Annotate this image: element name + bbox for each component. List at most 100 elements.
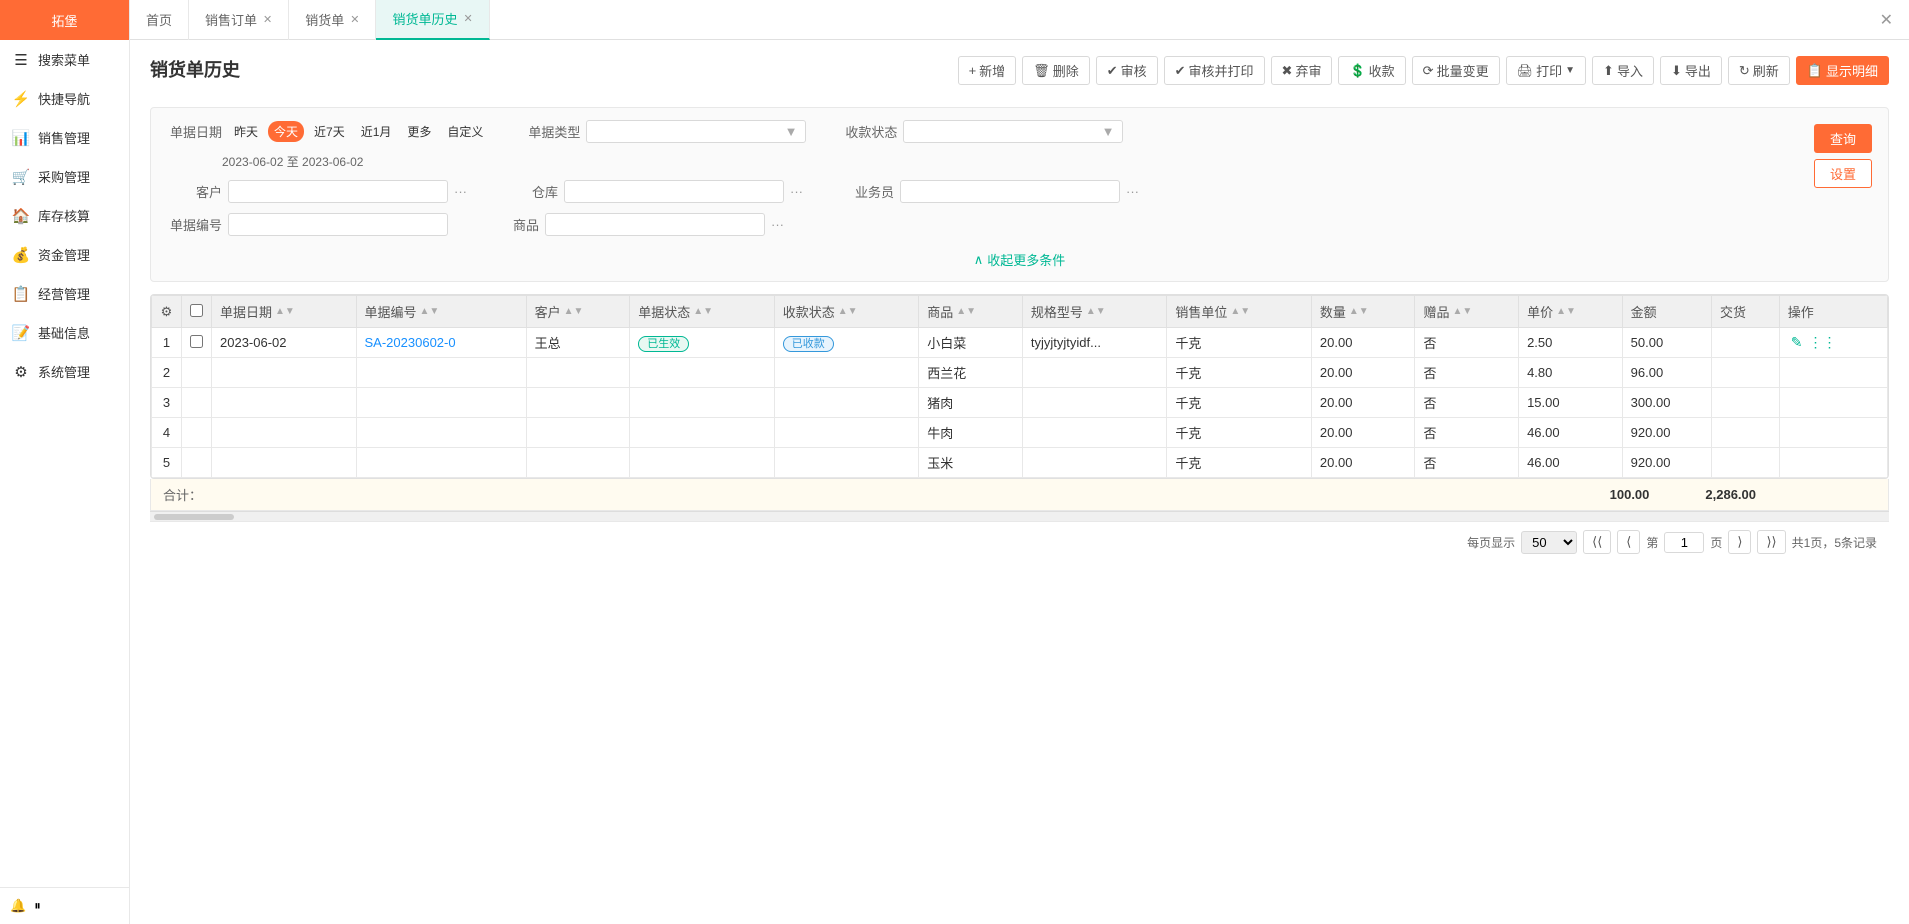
- col-doc-date[interactable]: 单据日期▲▼: [212, 296, 357, 328]
- tab-sales-order-close[interactable]: ✕: [263, 13, 272, 26]
- sidebar-item-sys-mgmt[interactable]: ⚙ 系统管理: [0, 352, 129, 391]
- sidebar-item-inventory[interactable]: 🏠 库存核算: [0, 196, 129, 235]
- cell-checkbox[interactable]: [182, 388, 212, 418]
- edit-action-icon[interactable]: ✎: [1791, 334, 1803, 350]
- cell-checkbox[interactable]: [182, 418, 212, 448]
- export-button[interactable]: ⬇ 导出: [1660, 56, 1722, 85]
- customer-input[interactable]: [228, 180, 448, 203]
- sidebar-item-base-info[interactable]: 📝 基础信息: [0, 313, 129, 352]
- close-all-tabs[interactable]: ✕: [1864, 10, 1909, 30]
- customer-ellipsis[interactable]: ···: [454, 184, 467, 199]
- cell-action: [1779, 418, 1887, 448]
- doc-no-input[interactable]: [228, 213, 448, 236]
- table-row: 3 猪肉 千克 20.00 否 15.00 300.00: [152, 388, 1888, 418]
- col-doc-no[interactable]: 单据编号▲▼: [356, 296, 526, 328]
- next-page-button[interactable]: ⟩: [1728, 530, 1751, 554]
- cell-unit-price: 46.00: [1519, 448, 1623, 478]
- warehouse-input[interactable]: [564, 180, 784, 203]
- col-customer[interactable]: 客户▲▼: [526, 296, 630, 328]
- more-action-icon[interactable]: ⋮⋮: [1808, 334, 1836, 350]
- set-button[interactable]: 设置: [1814, 159, 1872, 188]
- cell-num: 2: [152, 358, 182, 388]
- date-tag-today[interactable]: 今天: [268, 121, 304, 142]
- date-tag-last7[interactable]: 近7天: [308, 121, 351, 142]
- select-all-checkbox[interactable]: [190, 304, 203, 317]
- goods-input[interactable]: [545, 213, 765, 236]
- goods-ellipsis[interactable]: ···: [771, 217, 784, 232]
- cell-checkbox[interactable]: [182, 448, 212, 478]
- cell-checkbox[interactable]: [182, 358, 212, 388]
- collect-status-select[interactable]: ▼: [903, 120, 1123, 143]
- scrollbar-thumb[interactable]: [154, 514, 234, 520]
- row-checkbox[interactable]: [190, 335, 203, 348]
- import-button[interactable]: ⬆ 导入: [1592, 56, 1654, 85]
- table-row: 5 玉米 千克 20.00 否 46.00 920.00: [152, 448, 1888, 478]
- doc-type-select[interactable]: ▼: [586, 120, 806, 143]
- col-sales-unit[interactable]: 销售单位▲▼: [1167, 296, 1312, 328]
- sys-mgmt-icon: ⚙: [12, 363, 30, 381]
- refresh-button[interactable]: ↻ 刷新: [1728, 56, 1790, 85]
- col-doc-status[interactable]: 单据状态▲▼: [630, 296, 775, 328]
- customer-sort-icon: ▲▼: [564, 307, 584, 317]
- per-page-select[interactable]: 50 100 200: [1521, 531, 1577, 554]
- col-collect-status[interactable]: 收款状态▲▼: [774, 296, 919, 328]
- batch-change-button[interactable]: ⟳ 批量变更: [1412, 56, 1500, 85]
- notification-icon[interactable]: 🔔: [10, 898, 26, 914]
- date-tag-custom[interactable]: 自定义: [441, 121, 489, 142]
- cell-amount: 96.00: [1622, 358, 1711, 388]
- cell-doc-no: [356, 418, 526, 448]
- sales-rep-ellipsis[interactable]: ···: [1126, 184, 1139, 199]
- table-header-row: ⚙ 单据日期▲▼ 单据编号▲▼ 客户▲▼ 单据状态▲▼ 收款状态▲▼ 商品▲▼ …: [152, 296, 1888, 328]
- col-spec[interactable]: 规格型号▲▼: [1022, 296, 1167, 328]
- print-button[interactable]: 🖨 打印 ▼: [1506, 56, 1586, 85]
- last-page-button[interactable]: ⟩⟩: [1757, 530, 1785, 554]
- tab-sales-history-close[interactable]: ✕: [464, 12, 473, 25]
- cell-num: 3: [152, 388, 182, 418]
- query-button[interactable]: 查询: [1814, 124, 1872, 153]
- pause-icon[interactable]: ⏸: [34, 898, 41, 914]
- tab-sales-goods-close[interactable]: ✕: [350, 13, 359, 26]
- cell-checkbox[interactable]: [182, 328, 212, 358]
- discard-button[interactable]: ✖ 弃审: [1271, 56, 1333, 85]
- col-qty[interactable]: 数量▲▼: [1311, 296, 1415, 328]
- col-checkbox[interactable]: [182, 296, 212, 328]
- col-settings[interactable]: ⚙: [152, 296, 182, 328]
- col-unit-price[interactable]: 单价▲▼: [1519, 296, 1623, 328]
- date-tag-yesterday[interactable]: 昨天: [228, 121, 264, 142]
- cell-collect-status: [774, 418, 919, 448]
- sidebar-item-sales-mgmt[interactable]: 📊 销售管理: [0, 118, 129, 157]
- add-button[interactable]: + 新增: [958, 56, 1017, 85]
- tab-sales-history[interactable]: 销货单历史 ✕: [376, 0, 489, 40]
- audit-button[interactable]: ✔ 审核: [1096, 56, 1158, 85]
- date-tag-more[interactable]: 更多: [401, 121, 437, 142]
- prev-page-button[interactable]: ⟨: [1617, 530, 1640, 554]
- sidebar-item-finance[interactable]: 💰 资金管理: [0, 235, 129, 274]
- page-input[interactable]: [1664, 532, 1704, 553]
- collapse-button[interactable]: ∧ 收起更多条件: [167, 250, 1872, 269]
- sidebar-item-ops-mgmt[interactable]: 📋 经营管理: [0, 274, 129, 313]
- collect-button[interactable]: 💲 收款: [1338, 56, 1405, 85]
- tab-sales-goods[interactable]: 销货单 ✕: [289, 0, 376, 40]
- warehouse-ellipsis[interactable]: ···: [790, 184, 803, 199]
- col-goods[interactable]: 商品▲▼: [919, 296, 1023, 328]
- horizontal-scrollbar[interactable]: [150, 511, 1889, 521]
- cell-gift: 否: [1415, 328, 1519, 358]
- col-gift[interactable]: 赠品▲▼: [1415, 296, 1519, 328]
- sidebar-item-quick-nav[interactable]: ⚡ 快捷导航: [0, 79, 129, 118]
- ops-icon: 📋: [12, 285, 30, 303]
- show-detail-button[interactable]: 📋 显示明细: [1796, 56, 1889, 85]
- sidebar-item-purchase-mgmt[interactable]: 🛒 采购管理: [0, 157, 129, 196]
- date-tag-last-month[interactable]: 近1月: [355, 121, 398, 142]
- sidebar-item-search-menu[interactable]: ☰ 搜索菜单: [0, 40, 129, 79]
- delete-button[interactable]: 🗑 删除: [1022, 56, 1090, 85]
- audit-print-button[interactable]: ✔ 审核并打印: [1164, 56, 1265, 85]
- page-title: 销货单历史: [150, 56, 240, 82]
- tab-home[interactable]: 首页: [130, 0, 189, 40]
- sales-rep-input[interactable]: [900, 180, 1120, 203]
- sales-icon: 📊: [12, 129, 30, 147]
- tab-sales-order[interactable]: 销售订单 ✕: [189, 0, 289, 40]
- cell-sales-unit: 千克: [1167, 388, 1312, 418]
- cell-doc-date: [212, 448, 357, 478]
- first-page-button[interactable]: ⟨⟨: [1583, 530, 1611, 554]
- cell-qty: 20.00: [1311, 418, 1415, 448]
